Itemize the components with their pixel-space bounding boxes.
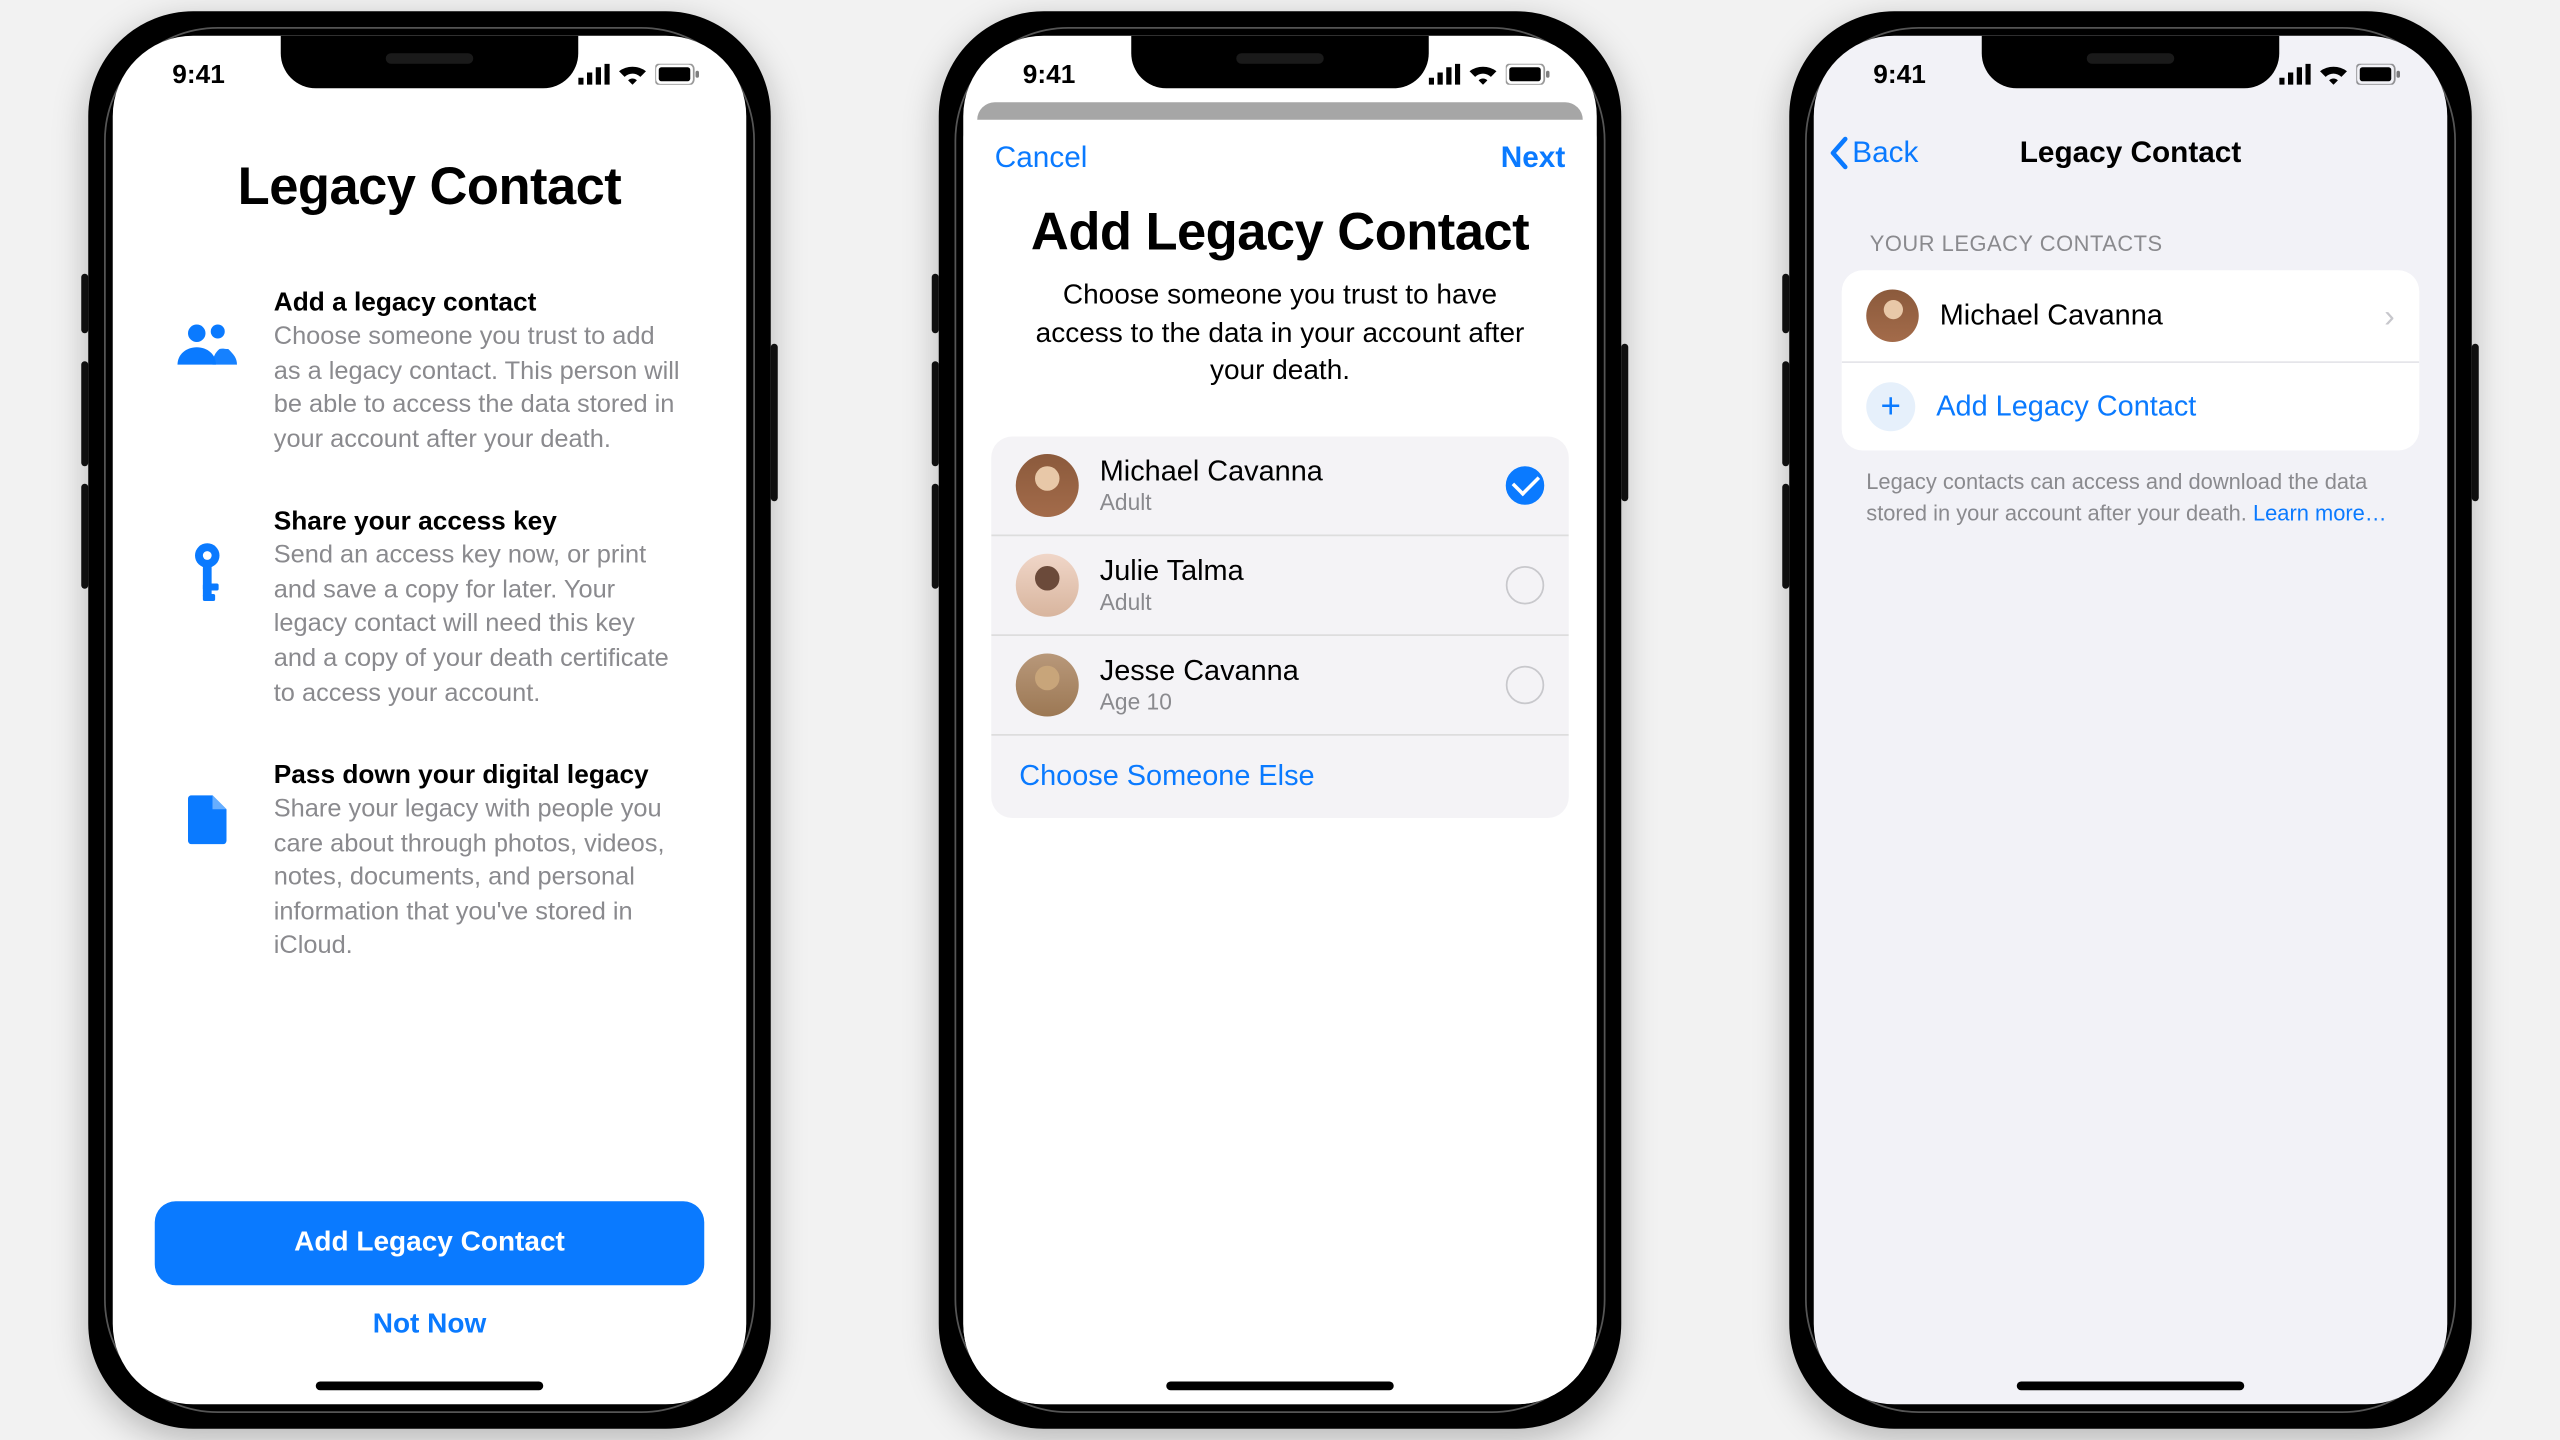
feature-access-key: Share your access key Send an access key… — [176, 507, 684, 711]
contact-name: Julie Talma — [1100, 555, 1485, 588]
feature-body: Send an access key now, or print and sav… — [274, 540, 684, 711]
home-indicator[interactable] — [2017, 1382, 2245, 1391]
key-icon — [190, 542, 225, 605]
contact-name: Michael Cavanna — [1940, 299, 2364, 332]
status-icons — [1429, 64, 1552, 85]
page-title: Legacy Contact — [113, 158, 747, 218]
footer-note: Legacy contacts can access and download … — [1814, 451, 2448, 547]
feature-digital-legacy: Pass down your digital legacy Share your… — [176, 760, 684, 964]
feature-add-contact: Add a legacy contact Choose someone you … — [176, 288, 684, 458]
battery-icon — [2356, 64, 2402, 85]
phone-choose-contact: 9:41 Cancel Next Add Legacy Contact Choo… — [939, 11, 1622, 1429]
legacy-contacts-list: Michael Cavanna › + Add Legacy Contact — [1842, 270, 2420, 450]
cellular-icon — [578, 64, 610, 85]
feature-body: Share your legacy with people you care a… — [274, 794, 684, 965]
radio-unselected[interactable] — [1506, 665, 1545, 704]
back-label: Back — [1852, 136, 1918, 171]
learn-more-link[interactable]: Learn more… — [2253, 500, 2387, 525]
next-button[interactable]: Next — [1501, 141, 1566, 176]
avatar — [1016, 454, 1079, 517]
contact-row-julie[interactable]: Julie Talma Adult — [991, 536, 1569, 636]
status-time: 9:41 — [1023, 59, 1076, 89]
feature-heading: Add a legacy contact — [274, 288, 684, 318]
wifi-icon — [2320, 64, 2348, 85]
home-indicator[interactable] — [1166, 1382, 1394, 1391]
page-title: Add Legacy Contact — [963, 204, 1597, 264]
phone-intro: 9:41 Legacy Contact Add a legacy contact… — [88, 11, 771, 1429]
contact-row-michael[interactable]: Michael Cavanna Adult — [991, 436, 1569, 536]
feature-heading: Share your access key — [274, 507, 684, 537]
add-label: Add Legacy Contact — [1936, 390, 2395, 423]
contact-subtitle: Age 10 — [1100, 688, 1485, 714]
battery-icon — [655, 64, 701, 85]
contact-name: Michael Cavanna — [1100, 455, 1485, 488]
contact-subtitle: Adult — [1100, 588, 1485, 614]
page-subtitle: Choose someone you trust to have access … — [963, 263, 1597, 390]
section-header: YOUR LEGACY CONTACTS — [1814, 193, 2448, 270]
wifi-icon — [619, 64, 647, 85]
contact-row-jesse[interactable]: Jesse Cavanna Age 10 — [991, 636, 1569, 736]
avatar — [1016, 553, 1079, 616]
choose-someone-else-button[interactable]: Choose Someone Else — [991, 735, 1569, 817]
phone-settings-list: 9:41 Back Legacy Contact YOUR LEGACY CON… — [1789, 11, 2472, 1429]
cellular-icon — [2279, 64, 2311, 85]
avatar — [1866, 290, 1919, 343]
people-icon — [178, 323, 238, 365]
radio-selected[interactable] — [1506, 466, 1545, 505]
nav-bar: Back Legacy Contact — [1814, 113, 2448, 194]
status-icons — [2279, 64, 2402, 85]
home-indicator[interactable] — [316, 1382, 544, 1391]
cellular-icon — [1429, 64, 1461, 85]
contact-row[interactable]: Michael Cavanna › — [1842, 270, 2420, 363]
contact-subtitle: Adult — [1100, 489, 1485, 515]
chevron-right-icon: › — [2384, 297, 2395, 334]
avatar — [1016, 653, 1079, 716]
contact-list: Michael Cavanna Adult Julie Talma Adult — [991, 436, 1569, 818]
feature-heading: Pass down your digital legacy — [274, 760, 684, 790]
cancel-button[interactable]: Cancel — [995, 141, 1088, 176]
add-legacy-contact-button[interactable]: Add Legacy Contact — [155, 1201, 705, 1285]
plus-icon: + — [1866, 382, 1915, 431]
feature-body: Choose someone you trust to add as a leg… — [274, 321, 684, 458]
status-icons — [578, 64, 701, 85]
status-time: 9:41 — [172, 59, 225, 89]
radio-unselected[interactable] — [1506, 566, 1545, 605]
battery-icon — [1506, 64, 1552, 85]
document-icon — [188, 795, 227, 844]
status-time: 9:41 — [1873, 59, 1926, 89]
back-button[interactable]: Back — [1828, 136, 1919, 171]
chevron-left-icon — [1828, 136, 1849, 171]
not-now-button[interactable]: Not Now — [155, 1310, 705, 1342]
contact-name: Jesse Cavanna — [1100, 655, 1485, 688]
add-legacy-contact-row[interactable]: + Add Legacy Contact — [1842, 363, 2420, 451]
nav-title: Legacy Contact — [2020, 136, 2242, 171]
wifi-icon — [1469, 64, 1497, 85]
